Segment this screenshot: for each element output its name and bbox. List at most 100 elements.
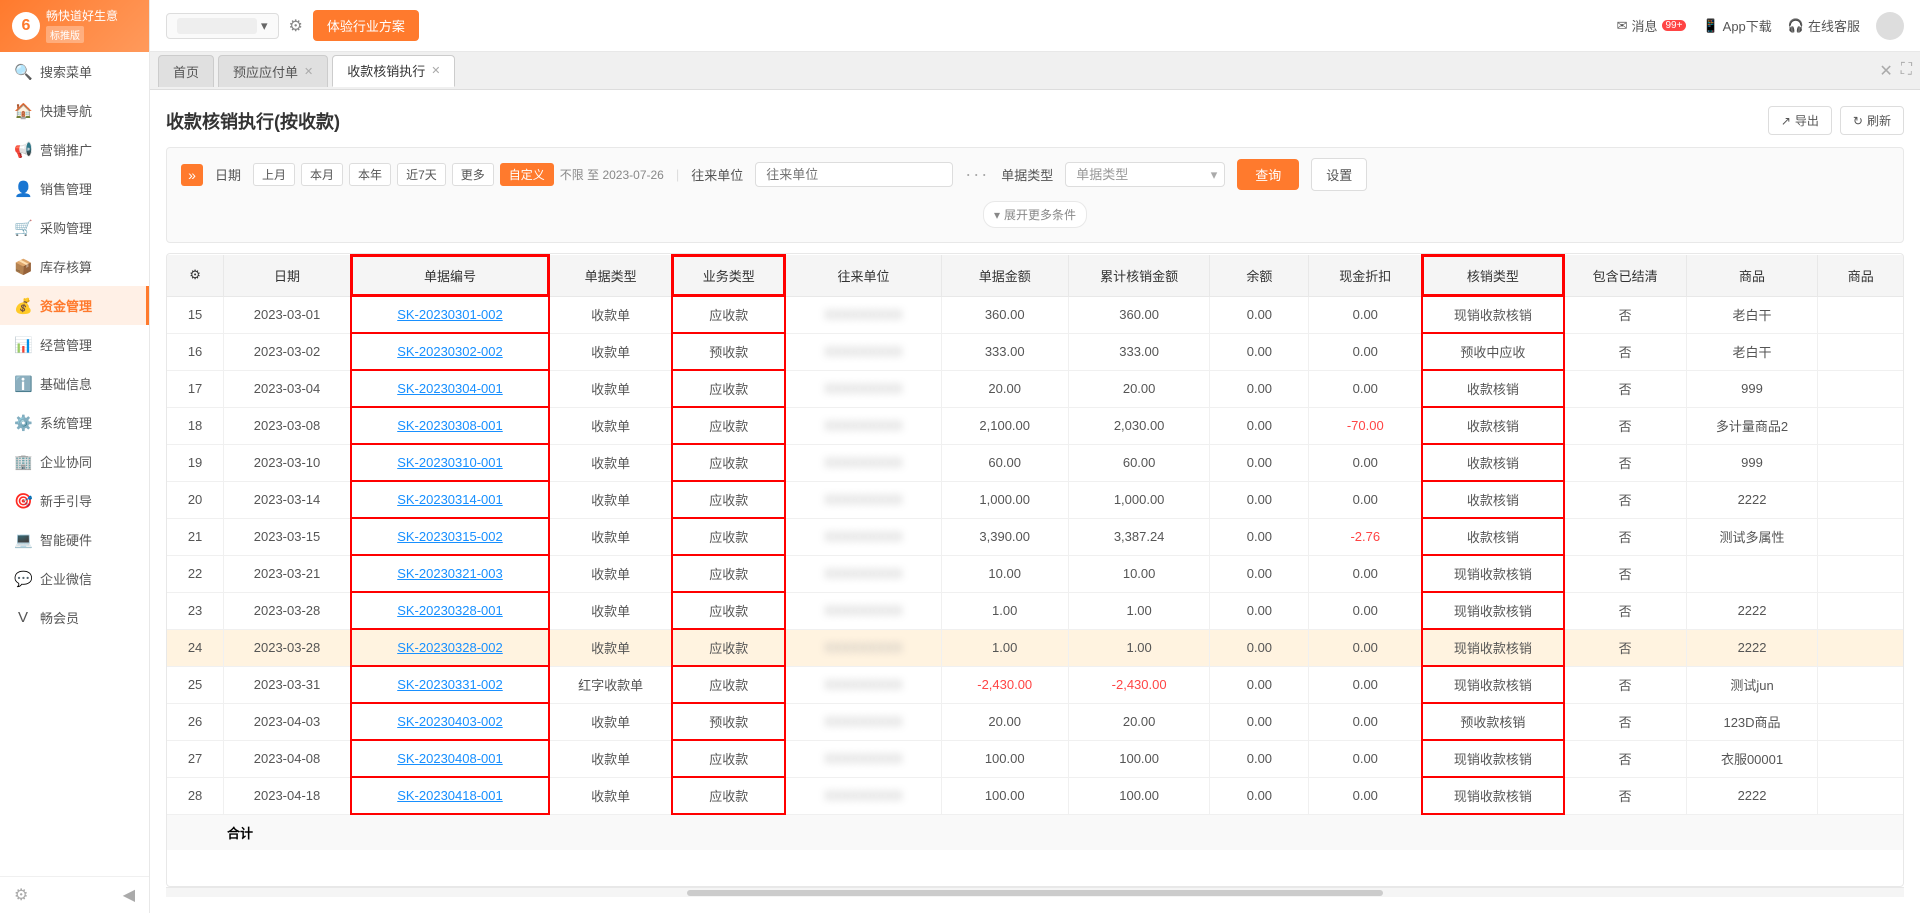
col-header-biztype[interactable]: 业务类型 [672, 255, 785, 296]
query-btn[interactable]: 查询 [1237, 159, 1299, 190]
table-row[interactable]: 27 2023-04-08 SK-20230408-001 收款单 应收款 XX… [167, 740, 1903, 777]
billno-link[interactable]: SK-20230304-001 [397, 381, 503, 396]
table-row[interactable]: 17 2023-03-04 SK-20230304-001 收款单 应收款 XX… [167, 370, 1903, 407]
table-row[interactable]: 23 2023-03-28 SK-20230328-001 收款单 应收款 XX… [167, 592, 1903, 629]
export-btn[interactable]: ↗ 导出 [1768, 106, 1832, 135]
tab-home[interactable]: 首页 [158, 55, 214, 87]
industry-btn[interactable]: 体验行业方案 [313, 10, 419, 41]
filter-settings-btn[interactable]: 设置 [1311, 158, 1367, 191]
table-row[interactable]: 25 2023-03-31 SK-20230331-002 红字收款单 应收款 … [167, 666, 1903, 703]
col-header-partner[interactable]: 往来单位 [785, 255, 941, 296]
gear-icon[interactable]: ⚙ [289, 16, 303, 36]
billno-link[interactable]: SK-20230328-001 [397, 603, 503, 618]
settings-icon[interactable]: ⚙ [14, 885, 28, 905]
col-header-goods2[interactable]: 商品 [1818, 255, 1903, 296]
cell-incl: 否 [1564, 407, 1686, 444]
cell-incl: 否 [1564, 666, 1686, 703]
user-avatar[interactable] [1876, 12, 1904, 40]
expand-label: 展开更多条件 [1004, 206, 1076, 223]
col-header-writetype[interactable]: 核销类型 [1422, 255, 1564, 296]
collapse-icon[interactable]: ◀ [123, 885, 135, 905]
sidebar-item-finance[interactable]: 💰资金管理 [0, 286, 149, 325]
partner-filter-input[interactable] [755, 162, 953, 187]
billno-link[interactable]: SK-20230418-001 [397, 788, 503, 803]
billno-link[interactable]: SK-20230328-002 [397, 640, 503, 655]
date-btn-last-month[interactable]: 上月 [253, 163, 295, 186]
col-header-billtype[interactable]: 单据类型 [549, 255, 672, 296]
sidebar-item-marketing[interactable]: 📢营销推广 [0, 130, 149, 169]
billno-link[interactable]: SK-20230302-002 [397, 344, 503, 359]
billno-link[interactable]: SK-20230310-001 [397, 455, 503, 470]
sidebar-item-purchase[interactable]: 🛒采购管理 [0, 208, 149, 247]
col-header-goods[interactable]: 商品 [1686, 255, 1818, 296]
sidebar-item-basic[interactable]: ℹ️基础信息 [0, 364, 149, 403]
col-header-balance[interactable]: 余额 [1210, 255, 1309, 296]
sidebar-item-sales[interactable]: 👤销售管理 [0, 169, 149, 208]
table-row[interactable]: 24 2023-03-28 SK-20230328-002 收款单 应收款 XX… [167, 629, 1903, 666]
cell-incl: 否 [1564, 518, 1686, 555]
horizontal-scrollbar[interactable] [166, 887, 1904, 897]
table-row[interactable]: 15 2023-03-01 SK-20230301-002 收款单 应收款 XX… [167, 296, 1903, 333]
sidebar-item-quicknav[interactable]: 🏠快捷导航 [0, 91, 149, 130]
sidebar-item-system[interactable]: ⚙️系统管理 [0, 403, 149, 442]
sidebar-item-hardware[interactable]: 💻智能硬件 [0, 520, 149, 559]
col-header-incl[interactable]: 包含已结清 [1564, 255, 1686, 296]
cell-billno: SK-20230302-002 [351, 333, 549, 370]
billno-link[interactable]: SK-20230331-002 [397, 677, 503, 692]
settings-col-icon[interactable]: ⚙ [189, 267, 201, 282]
billno-link[interactable]: SK-20230408-001 [397, 751, 503, 766]
cell-date: 2023-04-18 [224, 777, 351, 814]
refresh-btn[interactable]: ↻ 刷新 [1840, 106, 1904, 135]
tab-close-all-icon[interactable]: ✕ [1879, 61, 1892, 81]
expand-more-btn[interactable]: ▾ 展开更多条件 [983, 201, 1087, 228]
billno-link[interactable]: SK-20230301-002 [397, 307, 503, 322]
sidebar-item-member[interactable]: V畅会员 [0, 598, 149, 637]
page-title-bar: 收款核销执行(按收款) ↗ 导出 ↻ 刷新 [166, 106, 1904, 135]
date-btn-custom[interactable]: 自定义 [500, 163, 554, 186]
message-item[interactable]: ✉ 消息 99+ [1617, 16, 1687, 35]
sidebar-item-enterprise[interactable]: 🏢企业协同 [0, 442, 149, 481]
table-row[interactable]: 26 2023-04-03 SK-20230403-002 收款单 预收款 XX… [167, 703, 1903, 740]
billno-link[interactable]: SK-20230314-001 [397, 492, 503, 507]
tab-prepay-close[interactable]: ✕ [304, 65, 313, 78]
table-row[interactable]: 19 2023-03-10 SK-20230310-001 收款单 应收款 XX… [167, 444, 1903, 481]
col-header-cumamt[interactable]: 累计核销金额 [1068, 255, 1210, 296]
app-download-item[interactable]: 📱 App下载 [1702, 16, 1771, 35]
billno-link[interactable]: SK-20230321-003 [397, 566, 503, 581]
date-btn-this-year[interactable]: 本年 [349, 163, 391, 186]
refresh-icon: ↻ [1853, 114, 1863, 128]
org-selector[interactable]: ▾ [166, 13, 279, 39]
tab-expand-icon[interactable]: ⛶ [1901, 61, 1912, 81]
date-btn-this-month[interactable]: 本月 [301, 163, 343, 186]
col-header-discount[interactable]: 现金折扣 [1309, 255, 1422, 296]
online-support-item[interactable]: 🎧 在线客服 [1788, 16, 1860, 35]
table-row[interactable]: 28 2023-04-18 SK-20230418-001 收款单 应收款 XX… [167, 777, 1903, 814]
table-row[interactable]: 21 2023-03-15 SK-20230315-002 收款单 应收款 XX… [167, 518, 1903, 555]
tab-receipt-exec-close[interactable]: ✕ [431, 64, 440, 77]
filter-toggle-btn[interactable]: » [181, 164, 203, 186]
billno-link[interactable]: SK-20230308-001 [397, 418, 503, 433]
date-btn-more[interactable]: 更多 [452, 163, 494, 186]
bill-type-select[interactable]: 单据类型 [1065, 162, 1225, 187]
table-row[interactable]: 22 2023-03-21 SK-20230321-003 收款单 应收款 XX… [167, 555, 1903, 592]
sidebar-item-wechat[interactable]: 💬企业微信 [0, 559, 149, 598]
col-header-date[interactable]: 日期 [224, 255, 351, 296]
table-row[interactable]: 16 2023-03-02 SK-20230302-002 收款单 预收款 XX… [167, 333, 1903, 370]
col-header-amount[interactable]: 单据金额 [941, 255, 1068, 296]
tab-receipt-exec[interactable]: 收款核销执行 ✕ [332, 55, 455, 87]
sidebar-item-operations[interactable]: 📊经营管理 [0, 325, 149, 364]
table-row[interactable]: 20 2023-03-14 SK-20230314-001 收款单 应收款 XX… [167, 481, 1903, 518]
tab-prepay[interactable]: 预应应付单 ✕ [218, 55, 328, 87]
sidebar-item-search[interactable]: 🔍搜索菜单 [0, 52, 149, 91]
filter-row: » 日期 上月 本月 本年 近7天 更多 自定义 不限 至 2023-07-26… [181, 158, 1889, 191]
billno-link[interactable]: SK-20230403-002 [397, 714, 503, 729]
sidebar-item-guide[interactable]: 🎯新手引导 [0, 481, 149, 520]
sidebar-icon-search: 🔍 [14, 63, 32, 81]
table-row[interactable]: 18 2023-03-08 SK-20230308-001 收款单 应收款 XX… [167, 407, 1903, 444]
billno-link[interactable]: SK-20230315-002 [397, 529, 503, 544]
sidebar-item-inventory[interactable]: 📦库存核算 [0, 247, 149, 286]
date-btn-7days[interactable]: 近7天 [397, 163, 446, 186]
partner-dots[interactable]: ··· [965, 164, 989, 185]
col-header-billno[interactable]: 单据编号 [351, 255, 549, 296]
cell-biztype: 应收款 [672, 481, 785, 518]
